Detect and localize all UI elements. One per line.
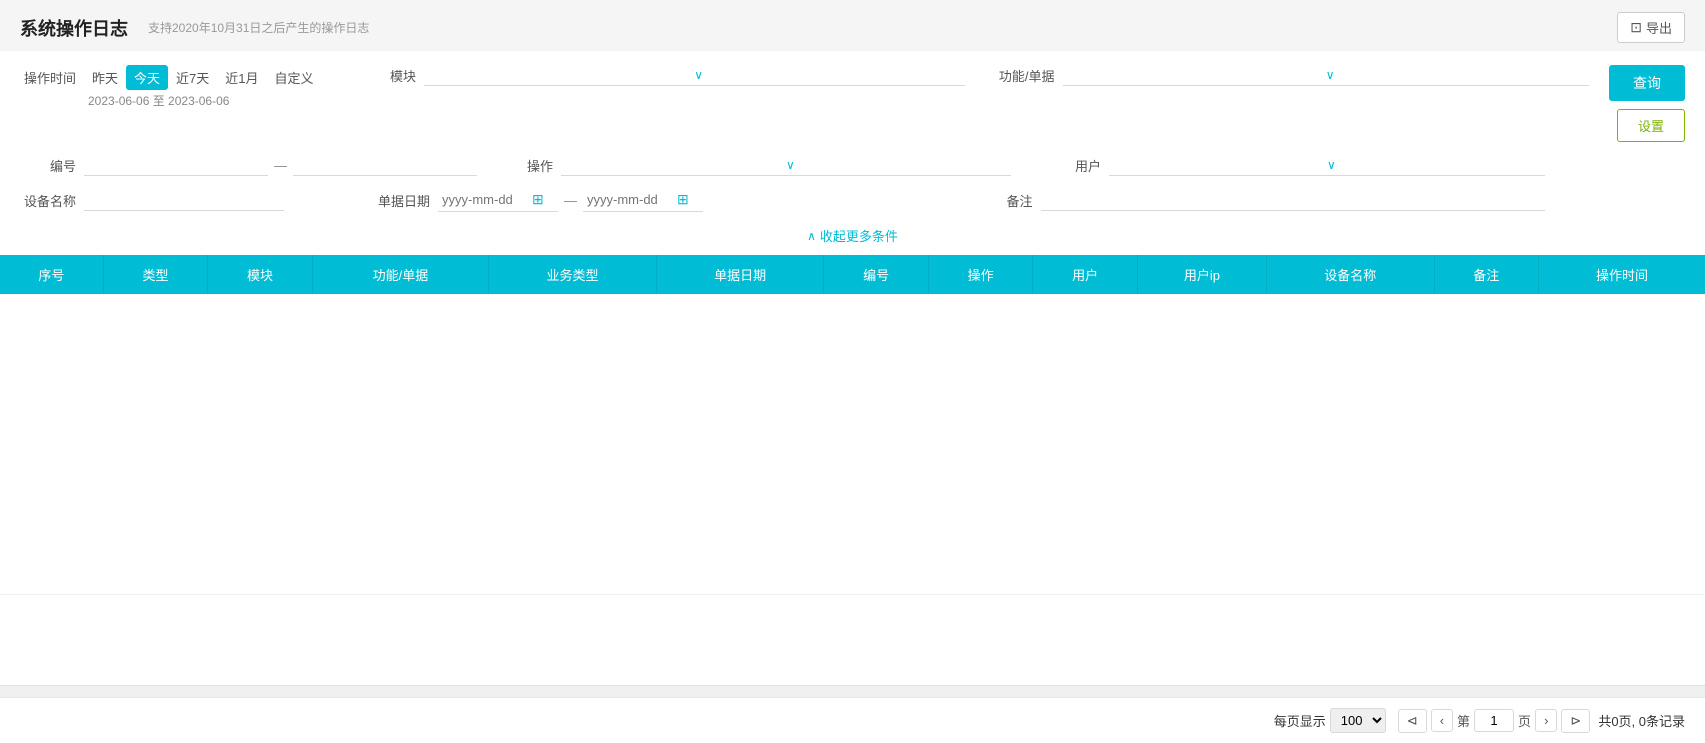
table-col-header: 序号	[0, 255, 103, 294]
table-col-header: 模块	[208, 255, 312, 294]
horizontal-scrollbar[interactable]	[0, 685, 1705, 697]
table-col-header: 操作	[928, 255, 1032, 294]
operation-label: 操作	[497, 156, 553, 175]
page-number-input[interactable]	[1474, 709, 1514, 732]
user-label: 用户	[1031, 156, 1101, 175]
function-select[interactable]: ∨	[1063, 65, 1590, 86]
operation-chevron-icon: ∨	[786, 158, 1005, 172]
table-col-header: 功能/单据	[312, 255, 488, 294]
voucher-date-to[interactable]: ⊞	[583, 188, 703, 212]
module-label: 模块	[360, 66, 416, 85]
date-range-display: 2023-06-06 至 2023-06-06	[88, 92, 229, 109]
operation-select[interactable]: ∨	[561, 155, 1011, 176]
custom-btn[interactable]: 自定义	[267, 65, 322, 90]
table-col-header: 编号	[824, 255, 928, 294]
voucher-date-from[interactable]: ⊞	[438, 188, 558, 212]
table-col-header: 类型	[103, 255, 207, 294]
number-input-from[interactable]	[84, 154, 268, 176]
query-button[interactable]: 查询	[1609, 65, 1685, 101]
table-col-header: 用户ip	[1137, 255, 1266, 294]
voucher-date-from-input[interactable]	[442, 192, 532, 207]
collapse-chevron-icon: ∧	[807, 229, 816, 243]
number-label: 编号	[20, 156, 76, 175]
module-select[interactable]: ∨	[424, 65, 965, 86]
last7-btn[interactable]: 近7天	[168, 65, 217, 90]
table-col-header: 业务类型	[489, 255, 657, 294]
collapse-label: 收起更多条件	[820, 226, 898, 245]
last-page-button[interactable]: ⊳	[1561, 709, 1590, 733]
today-btn[interactable]: 今天	[126, 65, 168, 90]
table-col-header: 单据日期	[656, 255, 824, 294]
export-label: 导出	[1646, 18, 1672, 37]
action-buttons: 查询 设置	[1609, 65, 1685, 142]
page-subtitle: 支持2020年10月31日之后产生的操作日志	[148, 19, 369, 36]
user-select[interactable]: ∨	[1109, 155, 1545, 176]
calendar-to-icon[interactable]: ⊞	[677, 191, 689, 208]
table-header-row: 序号类型模块功能/单据业务类型单据日期编号操作用户用户ip设备名称备注操作时间	[0, 255, 1705, 294]
table-col-header: 设备名称	[1266, 255, 1434, 294]
user-chevron-icon: ∨	[1327, 158, 1539, 172]
voucher-date-label: 单据日期	[360, 191, 430, 210]
last1month-btn[interactable]: 近1月	[217, 65, 266, 90]
device-name-input[interactable]	[84, 189, 284, 211]
data-table: 序号类型模块功能/单据业务类型单据日期编号操作用户用户ip设备名称备注操作时间	[0, 255, 1705, 640]
collapse-button[interactable]: ∧ 收起更多条件	[795, 222, 910, 249]
module-chevron-icon: ∨	[694, 68, 958, 82]
total-info: 共0页, 0条记录	[1598, 711, 1685, 730]
first-page-button[interactable]: ⊲	[1398, 709, 1427, 733]
page-title: 系统操作日志	[20, 15, 128, 41]
export-button[interactable]: ⊡ 导出	[1617, 12, 1685, 43]
operation-time-label: 操作时间	[20, 68, 76, 87]
number-input-to[interactable]	[293, 154, 477, 176]
pager: ⊲ ‹ 第 页 › ⊳	[1398, 709, 1591, 733]
remark-label: 备注	[963, 191, 1033, 210]
export-icon: ⊡	[1630, 19, 1642, 36]
time-filter: 昨天 今天 近7天 近1月 自定义	[84, 65, 322, 90]
table-col-header: 备注	[1434, 255, 1538, 294]
settings-button[interactable]: 设置	[1617, 109, 1685, 142]
per-page-label: 每页显示	[1274, 711, 1326, 730]
table-col-header: 操作时间	[1539, 255, 1705, 294]
per-page-select[interactable]: 100 50 200	[1330, 708, 1386, 733]
prev-page-button[interactable]: ‹	[1431, 709, 1453, 732]
yesterday-btn[interactable]: 昨天	[84, 65, 126, 90]
next-page-button[interactable]: ›	[1535, 709, 1557, 732]
page-unit: 页	[1518, 711, 1531, 730]
function-chevron-icon: ∨	[1326, 68, 1583, 82]
number-dash: —	[274, 158, 287, 173]
device-name-label: 设备名称	[20, 191, 76, 210]
table-col-header: 用户	[1033, 255, 1137, 294]
calendar-from-icon[interactable]: ⊞	[532, 191, 544, 208]
voucher-date-to-input[interactable]	[587, 192, 677, 207]
function-label: 功能/单据	[985, 66, 1055, 85]
pagination-bar: 每页显示 100 50 200 ⊲ ‹ 第 页 › ⊳ 共0页, 0条记录	[0, 697, 1705, 743]
voucher-date-dash: —	[564, 193, 577, 208]
remark-input[interactable]	[1041, 189, 1546, 211]
page-label: 第	[1457, 711, 1470, 730]
page-size-selector: 每页显示 100 50 200	[1274, 708, 1390, 733]
